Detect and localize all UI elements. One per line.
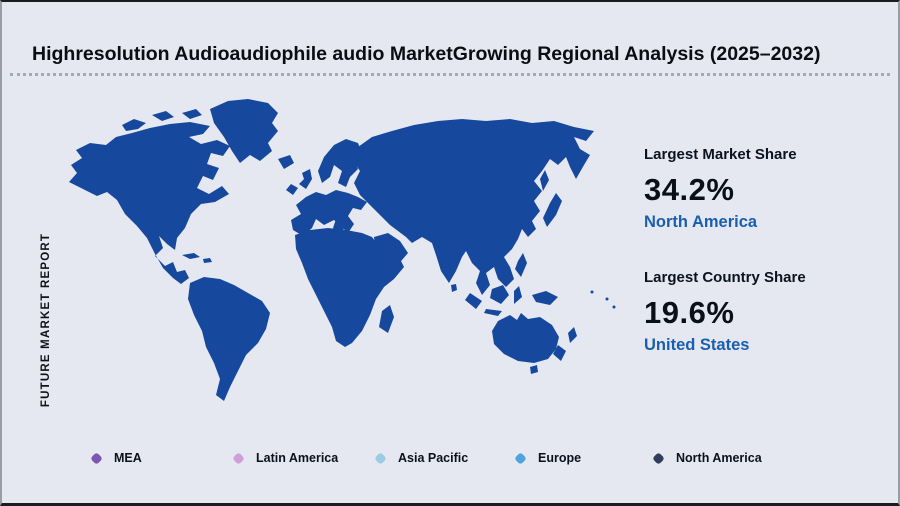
world-map-landmass (69, 99, 616, 401)
dotted-divider (10, 73, 890, 76)
asia-pacific-marker-icon (374, 451, 387, 465)
market-share-region: North America (644, 213, 758, 231)
legend-item-north-america: North America (652, 448, 762, 468)
stat-country-share: Largest Country Share 19.6% United State… (644, 269, 894, 355)
map-australia (492, 313, 559, 363)
map-sumatra (465, 293, 482, 309)
map-java (484, 309, 502, 316)
infographic-frame: Highresolution Audioaudiophile audio Mar… (0, 0, 900, 506)
market-share-value: 34.2% (644, 172, 735, 207)
latin-america-marker-icon (232, 451, 245, 465)
legend-label: Europe (538, 451, 582, 465)
map-caribbean (182, 253, 212, 263)
map-pacific-island (590, 290, 594, 294)
legend-label: Asia Pacific (398, 451, 469, 465)
legend-item-europe: Europe (514, 448, 582, 468)
map-sakhalin (540, 170, 549, 191)
legend-item-latin-america: Latin America (232, 448, 339, 468)
map-borneo (490, 285, 509, 304)
legend-label: North America (676, 451, 762, 465)
country-share-region: United States (644, 336, 750, 354)
stats-panel: Largest Market Share 34.2% North America… (644, 146, 894, 355)
europe-marker-icon (514, 451, 527, 465)
map-pacific-island (612, 305, 616, 309)
map-new-guinea (532, 291, 558, 305)
map-philippines (515, 253, 527, 277)
north-america-marker-icon (652, 451, 665, 465)
legend-item-asia-pacific: Asia Pacific (374, 448, 469, 468)
world-map-image (69, 99, 616, 401)
stat-market-share: Largest Market Share 34.2% North America (644, 146, 894, 232)
map-sulawesi (514, 286, 522, 304)
legend: MEA Latin America Asia Pacific Europe No… (2, 448, 898, 468)
map-ireland (286, 184, 298, 195)
legend-item-mea: MEA (90, 448, 142, 468)
map-pacific-island (605, 297, 609, 301)
map-madagascar (379, 305, 394, 333)
market-share-label: Largest Market Share (644, 146, 797, 163)
mea-marker-icon (90, 451, 103, 465)
map-uk (299, 169, 312, 189)
country-share-label: Largest Country Share (644, 269, 806, 286)
map-japan (543, 193, 562, 227)
legend-label: MEA (114, 451, 142, 465)
page-title: Highresolution Audioaudiophile audio Mar… (32, 43, 821, 65)
map-south-america (188, 277, 270, 401)
map-sri-lanka (451, 284, 457, 292)
map-iceland (278, 155, 294, 169)
country-share-value: 19.6% (644, 295, 735, 330)
map-tasmania (530, 365, 538, 374)
legend-label: Latin America (256, 451, 339, 465)
brand-watermark: FUTURE MARKET REPORT (40, 232, 52, 408)
